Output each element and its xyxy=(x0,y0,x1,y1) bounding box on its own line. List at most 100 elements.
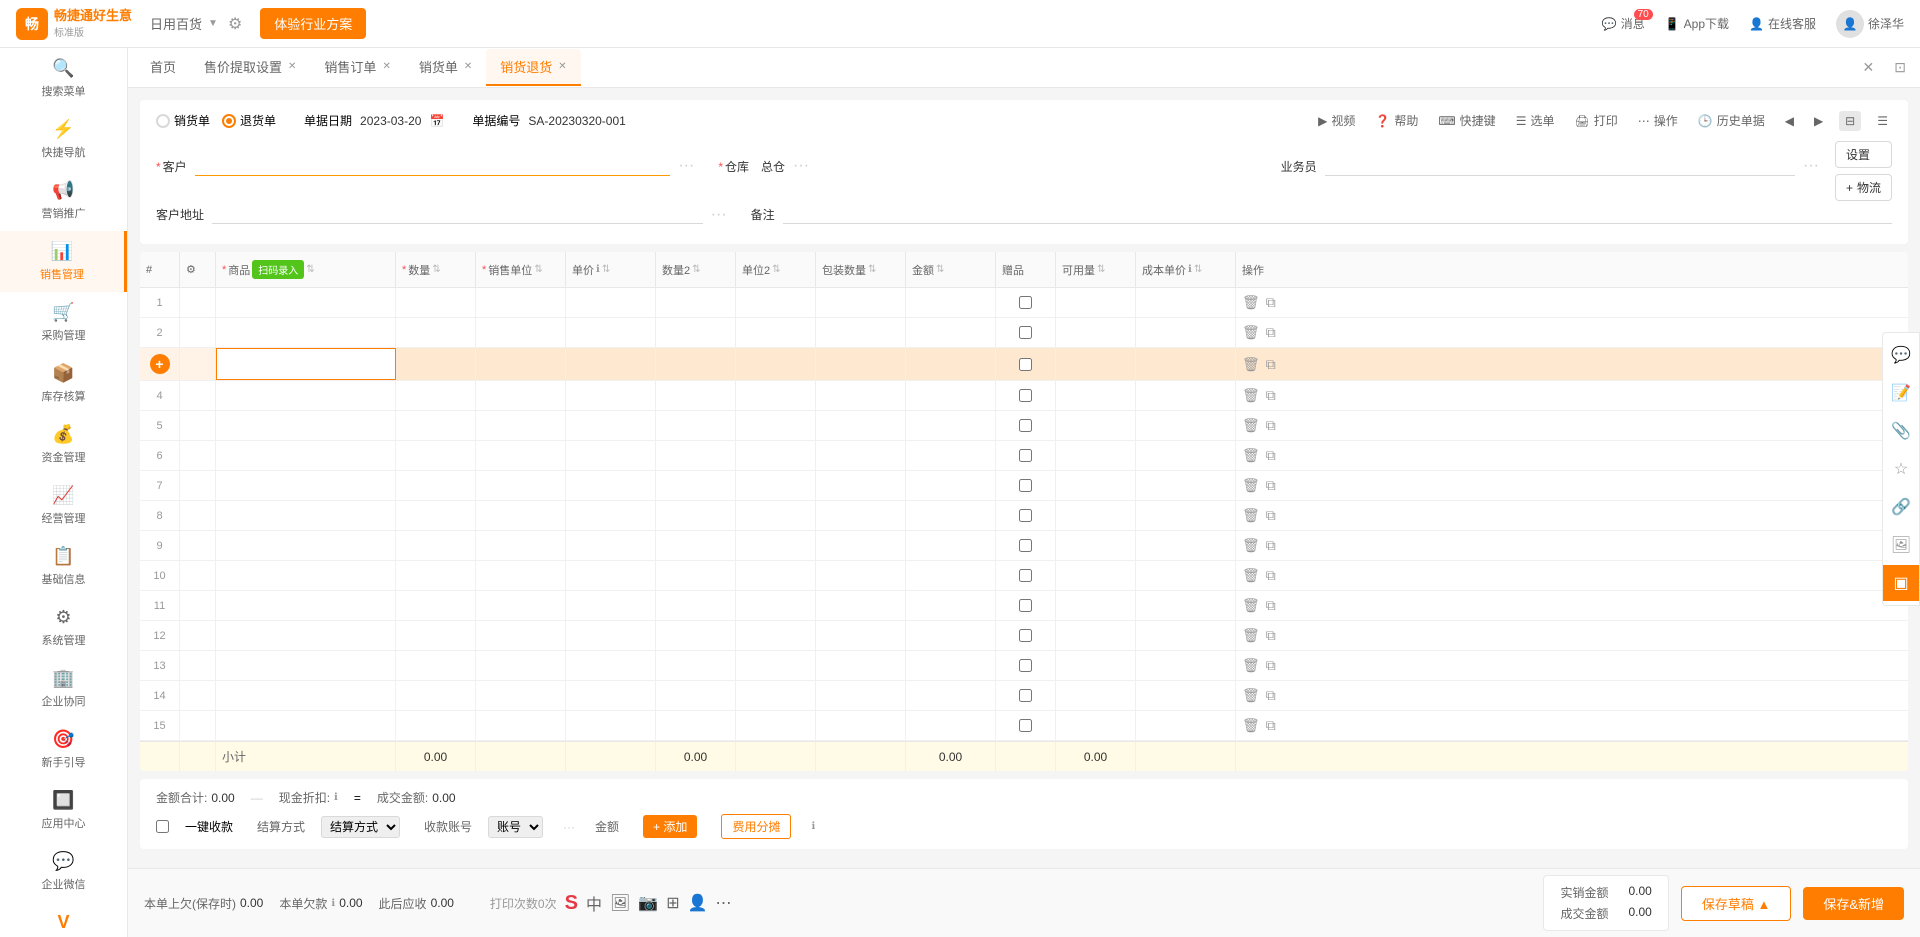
td-qty-4[interactable] xyxy=(396,381,476,410)
td-unit-7[interactable] xyxy=(476,471,566,500)
toolbar-prev-btn[interactable]: ◀ xyxy=(1781,112,1798,130)
td-cost-11[interactable] xyxy=(1136,591,1236,620)
right-sidebar-chat-btn[interactable]: 💬 xyxy=(1883,337,1919,373)
td-unit2-12[interactable] xyxy=(736,621,816,650)
td-price-9[interactable] xyxy=(566,531,656,560)
th-avail-sort[interactable]: ⇅ xyxy=(1097,264,1105,275)
td-gift-2[interactable] xyxy=(996,318,1056,347)
td-unit2-2[interactable] xyxy=(736,318,816,347)
td-unit-12[interactable] xyxy=(476,621,566,650)
th-cost-sort[interactable]: ⇅ xyxy=(1194,264,1202,275)
settings-dropdown-label[interactable]: 日用百货 xyxy=(150,14,202,33)
td-amount-13[interactable] xyxy=(906,651,996,680)
td-product-2[interactable] xyxy=(216,318,396,347)
sidebar-item-enterprise[interactable]: 🏢 企业协同 xyxy=(0,658,127,719)
settings-dropdown-arrow[interactable]: ▼ xyxy=(208,18,218,29)
delete-icon-1[interactable]: 🗑 xyxy=(1242,294,1260,311)
td-gift-1[interactable] xyxy=(996,288,1056,317)
td-gift-9[interactable] xyxy=(996,531,1056,560)
th-unit-sort[interactable]: ⇅ xyxy=(534,264,542,275)
td-price-1[interactable] xyxy=(566,288,656,317)
sidebar-item-marketing[interactable]: 📢 营销推广 xyxy=(0,170,127,231)
td-avail-11[interactable] xyxy=(1056,591,1136,620)
td-unit2-1[interactable] xyxy=(736,288,816,317)
save-draft-btn[interactable]: 保存草稿 ▲ xyxy=(1681,886,1792,921)
td-unit2-4[interactable] xyxy=(736,381,816,410)
toolbar-next-btn[interactable]: ▶ xyxy=(1810,112,1827,130)
delete-icon-10[interactable]: 🗑 xyxy=(1242,567,1260,584)
td-amount-8[interactable] xyxy=(906,501,996,530)
toolbar-print-btn[interactable]: 🖨 打印 xyxy=(1570,110,1621,131)
td-avail-12[interactable] xyxy=(1056,621,1136,650)
td-unit-5[interactable] xyxy=(476,411,566,440)
address-dots-btn[interactable]: ··· xyxy=(711,206,727,224)
tab-maximize-btn[interactable]: ⊡ xyxy=(1888,57,1912,78)
gift-checkbox-8[interactable] xyxy=(1019,509,1032,522)
tab-sales-return[interactable]: 销货退货 ✕ xyxy=(486,49,580,86)
td-unit-13[interactable] xyxy=(476,651,566,680)
td-unit-15[interactable] xyxy=(476,711,566,740)
td-price-14[interactable] xyxy=(566,681,656,710)
td-pkg-1[interactable] xyxy=(816,288,906,317)
sidebar-item-wechat[interactable]: 💬 企业微信 xyxy=(0,841,127,902)
gift-checkbox-6[interactable] xyxy=(1019,449,1032,462)
add-row-btn[interactable]: + xyxy=(150,354,170,374)
td-qty2-11[interactable] xyxy=(656,591,736,620)
tab-sales-order[interactable]: 销售订单 ✕ xyxy=(310,49,404,86)
copy-icon-7[interactable]: ⧉ xyxy=(1266,477,1276,494)
th-pkg-sort[interactable]: ⇅ xyxy=(868,264,876,275)
gift-checkbox-3[interactable] xyxy=(1019,358,1032,371)
toolbar-history-btn[interactable]: 🕒 历史单据 xyxy=(1694,110,1769,131)
td-price-2[interactable] xyxy=(566,318,656,347)
sidebar-item-finance[interactable]: 💰 资金管理 xyxy=(0,414,127,475)
td-amount-4[interactable] xyxy=(906,381,996,410)
bottom-icon-scan[interactable]: 📷 xyxy=(638,893,658,913)
td-unit2-5[interactable] xyxy=(736,411,816,440)
td-pkg-10[interactable] xyxy=(816,561,906,590)
td-unit-8[interactable] xyxy=(476,501,566,530)
th-unit2-sort[interactable]: ⇅ xyxy=(772,264,780,275)
cash-discount-info[interactable]: ℹ xyxy=(334,792,338,803)
td-pkg-2[interactable] xyxy=(816,318,906,347)
td-unit-10[interactable] xyxy=(476,561,566,590)
td-gift-6[interactable] xyxy=(996,441,1056,470)
td-product-12[interactable] xyxy=(216,621,396,650)
td-qty2-6[interactable] xyxy=(656,441,736,470)
copy-icon-4[interactable]: ⧉ xyxy=(1266,387,1276,404)
tab-sales-order-close[interactable]: ✕ xyxy=(382,61,390,72)
settings-action-btn[interactable]: 设置 xyxy=(1835,141,1892,168)
td-product-9[interactable] xyxy=(216,531,396,560)
gift-checkbox-9[interactable] xyxy=(1019,539,1032,552)
td-product-6[interactable] xyxy=(216,441,396,470)
bottom-icon-s[interactable]: S xyxy=(565,892,578,915)
settings-gear-icon[interactable]: ⚙ xyxy=(228,14,242,34)
gift-checkbox-15[interactable] xyxy=(1019,719,1032,732)
td-qty2-14[interactable] xyxy=(656,681,736,710)
right-sidebar-note-btn[interactable]: 📝 xyxy=(1883,375,1919,411)
one-click-checkbox[interactable] xyxy=(156,820,169,833)
td-cost-10[interactable] xyxy=(1136,561,1236,590)
td-price-10[interactable] xyxy=(566,561,656,590)
delete-icon-12[interactable]: 🗑 xyxy=(1242,627,1260,644)
delete-icon-3[interactable]: 🗑 xyxy=(1242,356,1260,373)
td-unit-4[interactable] xyxy=(476,381,566,410)
th-amount-sort[interactable]: ⇅ xyxy=(936,264,944,275)
td-amount-11[interactable] xyxy=(906,591,996,620)
td-avail-1[interactable] xyxy=(1056,288,1136,317)
td-unit2-14[interactable] xyxy=(736,681,816,710)
td-avail-5[interactable] xyxy=(1056,411,1136,440)
td-pkg-3[interactable] xyxy=(816,348,906,380)
copy-icon-1[interactable]: ⧉ xyxy=(1266,294,1276,311)
bottom-icon-user[interactable]: 👤 xyxy=(688,893,708,913)
td-price-6[interactable] xyxy=(566,441,656,470)
th-qty2-sort[interactable]: ⇅ xyxy=(692,264,700,275)
td-price-5[interactable] xyxy=(566,411,656,440)
copy-icon-15[interactable]: ⧉ xyxy=(1266,717,1276,734)
td-price-3[interactable] xyxy=(566,348,656,380)
td-unit-14[interactable] xyxy=(476,681,566,710)
td-avail-8[interactable] xyxy=(1056,501,1136,530)
td-avail-4[interactable] xyxy=(1056,381,1136,410)
th-qty-sort[interactable]: ⇅ xyxy=(432,264,440,275)
td-unit-9[interactable] xyxy=(476,531,566,560)
td-amount-10[interactable] xyxy=(906,561,996,590)
